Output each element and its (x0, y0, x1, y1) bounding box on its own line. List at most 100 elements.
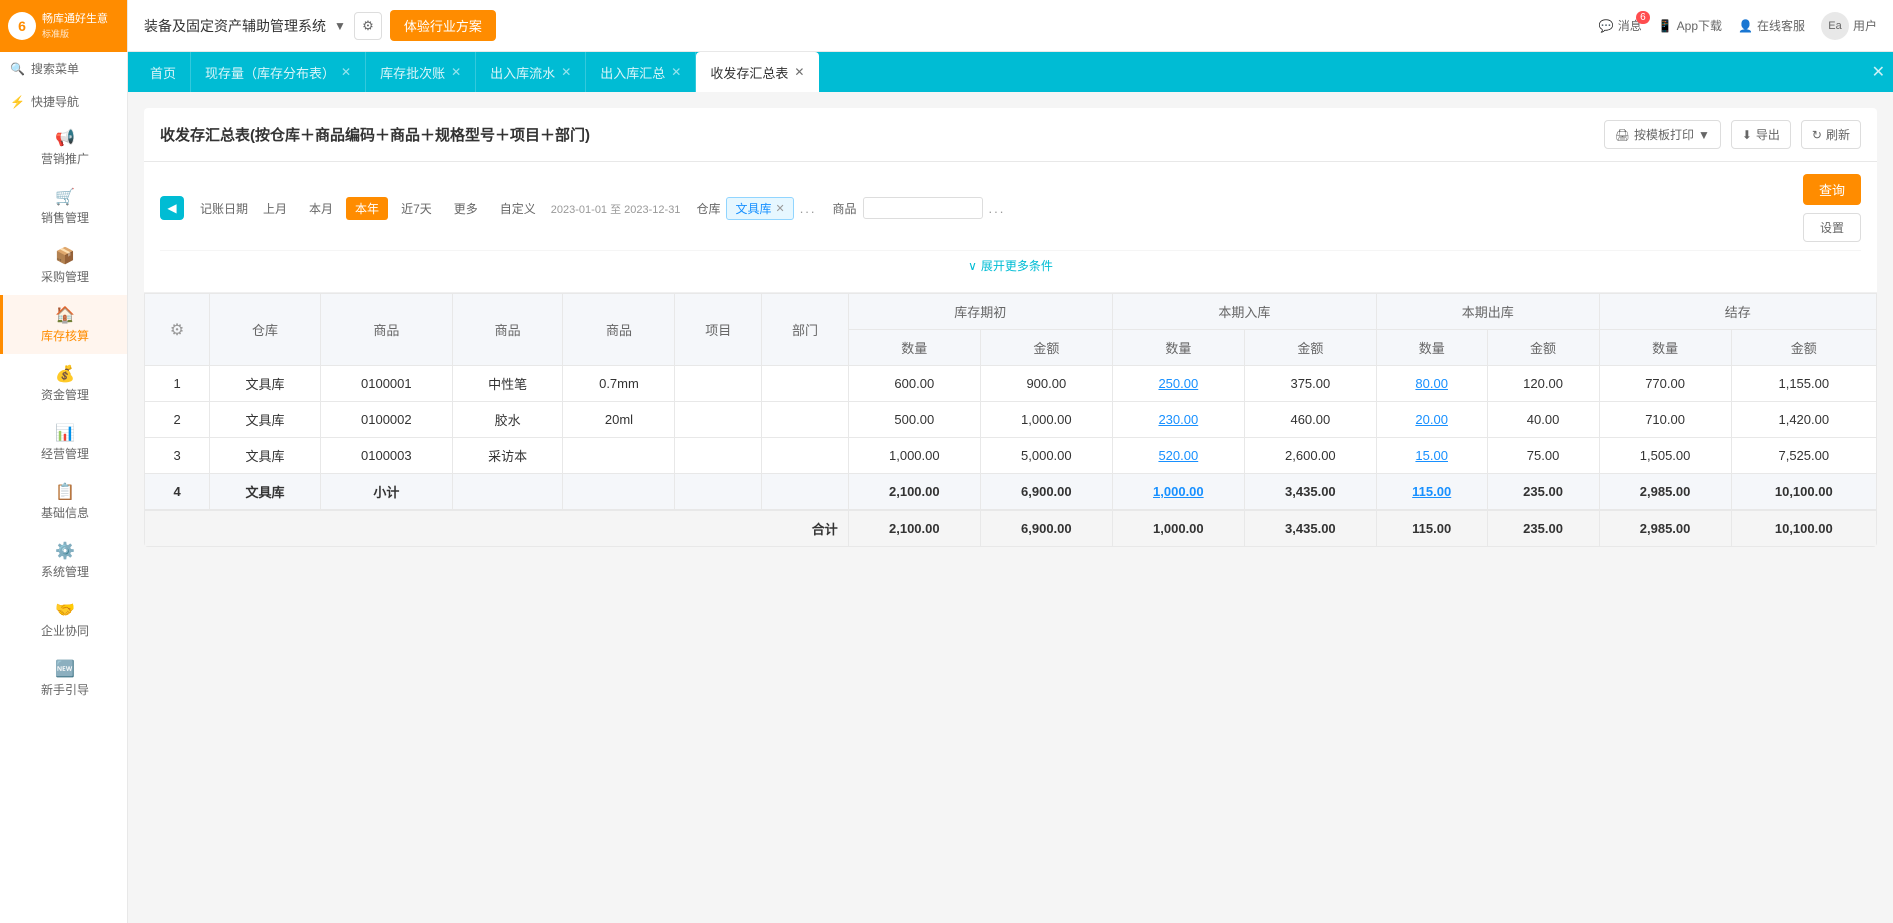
tab-batch-close[interactable]: ✕ (451, 65, 461, 79)
total-closing-amt: 10,100.00 (1731, 510, 1876, 547)
date-btn-this-month[interactable]: 本月 (300, 197, 342, 220)
date-btn-custom[interactable]: 自定义 (491, 197, 545, 220)
th-goods-code: 商品 (320, 294, 452, 366)
subtotal-row: 4 文具库 小计 2,100.00 6,900.00 1,000.00 3,43… (145, 474, 1877, 511)
cell-closing-qty: 710.00 (1599, 402, 1731, 438)
warehouse-tag[interactable]: 文具库 ✕ (726, 197, 793, 220)
warehouse-tag-close-button[interactable]: ✕ (775, 202, 784, 215)
total-in-amt: 3,435.00 (1244, 510, 1376, 547)
cell-in-qty[interactable]: 230.00 (1112, 402, 1244, 438)
filter-settings-button[interactable]: 设置 (1803, 213, 1861, 242)
page-title-actions: 🖨 按模板打印 ▼ ⬇ 导出 ↻ 刷新 (1604, 120, 1861, 149)
total-opening-amt: 6,900.00 (980, 510, 1112, 547)
sidebar-item-system[interactable]: ⚙️ 系统管理 (0, 531, 127, 590)
tab-stock-dist-close[interactable]: ✕ (341, 65, 351, 79)
app-download-item[interactable]: 📱 App下载 (1658, 17, 1722, 34)
sidebar-item-inventory[interactable]: 🏠 库存核算 (0, 295, 127, 354)
print-dropdown-icon: ▼ (1698, 128, 1710, 142)
print-label: 按模板打印 (1634, 126, 1694, 143)
refresh-button[interactable]: ↻ 刷新 (1801, 120, 1861, 149)
quick-nav-item[interactable]: ⚡ 快捷导航 (0, 85, 127, 118)
in-qty-link[interactable]: 230.00 (1158, 412, 1198, 427)
cell-project (675, 402, 762, 438)
sidebar-item-sales[interactable]: 🛒 销售管理 (0, 177, 127, 236)
subtotal-out-qty-link[interactable]: 115.00 (1412, 484, 1451, 499)
cell-in-qty[interactable]: 520.00 (1112, 438, 1244, 474)
topbar: 装备及固定资产辅助管理系统 ▼ ⚙ 体验行业方案 💬 消息 6 📱 App下载 … (128, 0, 1893, 52)
sidebar-item-enterprise[interactable]: 🤝 企业协同 (0, 590, 127, 649)
warehouse-tag-text: 文具库 (735, 200, 771, 217)
subtotal-opening-qty: 2,100.00 (848, 474, 980, 511)
filter-area: ◀ 记账日期 上月 本月 本年 近7天 更多 自定义 2023-01-01 至 … (144, 162, 1877, 293)
sidebar-item-business[interactable]: 📊 经营管理 (0, 413, 127, 472)
cell-in-qty[interactable]: 250.00 (1112, 366, 1244, 402)
date-btn-this-year[interactable]: 本年 (346, 197, 388, 220)
subtotal-in-qty-link[interactable]: 1,000.00 (1153, 484, 1204, 499)
tab-recv-send[interactable]: 收发存汇总表 ✕ (696, 52, 819, 92)
out-qty-link[interactable]: 15.00 (1415, 448, 1448, 463)
sidebar-item-marketing[interactable]: 📢 营销推广 (0, 118, 127, 177)
sidebar-logo: 6 畅库通好生意 标准版 (0, 0, 127, 52)
date-range-display: 2023-01-01 至 2023-12-31 (551, 201, 681, 217)
settings-gear-button[interactable]: ⚙ (354, 12, 382, 40)
expand-conditions-button[interactable]: ∨ 展开更多条件 (160, 250, 1861, 280)
column-settings-icon[interactable]: ⚙ (170, 322, 184, 339)
export-button[interactable]: ⬇ 导出 (1731, 120, 1791, 149)
system-dropdown[interactable]: ▼ (334, 19, 346, 33)
avatar: Ea (1821, 12, 1849, 40)
service-icon: 👤 (1738, 19, 1753, 33)
out-qty-link[interactable]: 20.00 (1415, 412, 1448, 427)
business-icon: 📊 (55, 423, 75, 443)
in-qty-link[interactable]: 520.00 (1158, 448, 1198, 463)
print-button[interactable]: 🖨 按模板打印 ▼ (1604, 120, 1721, 149)
cell-opening-qty: 1,000.00 (848, 438, 980, 474)
export-icon: ⬇ (1742, 128, 1752, 142)
tab-inout-flow[interactable]: 出入库流水 ✕ (476, 52, 586, 92)
cell-out-qty[interactable]: 20.00 (1376, 402, 1487, 438)
goods-input[interactable] (863, 197, 983, 219)
trial-button[interactable]: 体验行业方案 (390, 10, 496, 41)
sidebar-item-purchase[interactable]: 📦 采购管理 (0, 236, 127, 295)
message-item[interactable]: 💬 消息 6 (1599, 17, 1642, 34)
in-qty-link[interactable]: 250.00 (1158, 376, 1198, 391)
tab-stock-dist[interactable]: 现存量（库存分布表） ✕ (191, 52, 366, 92)
cell-out-qty[interactable]: 80.00 (1376, 366, 1487, 402)
cell-opening-qty: 600.00 (848, 366, 980, 402)
tab-inout-summary-close[interactable]: ✕ (671, 65, 681, 79)
cell-opening-amt: 1,000.00 (980, 402, 1112, 438)
tab-inout-flow-close[interactable]: ✕ (561, 65, 571, 79)
search-icon: 🔍 (10, 62, 25, 76)
subtotal-in-qty: 1,000.00 (1112, 474, 1244, 511)
date-btn-more[interactable]: 更多 (445, 197, 487, 220)
tab-recv-send-label: 收发存汇总表 (710, 63, 788, 82)
search-menu-item[interactable]: 🔍 搜索菜单 (0, 52, 127, 85)
user-item[interactable]: Ea 用户 (1821, 12, 1877, 40)
close-all-tabs-button[interactable]: ✕ (1872, 62, 1885, 82)
out-qty-link[interactable]: 80.00 (1415, 376, 1448, 391)
total-closing-qty: 2,985.00 (1599, 510, 1731, 547)
query-button[interactable]: 查询 (1803, 174, 1861, 205)
filter-toggle-button[interactable]: ◀ (160, 196, 184, 220)
online-service-item[interactable]: 👤 在线客服 (1738, 17, 1805, 34)
sidebar-item-guide[interactable]: 🆕 新手引导 (0, 649, 127, 708)
sidebar-item-finance[interactable]: 💰 资金管理 (0, 354, 127, 413)
total-out-amt: 235.00 (1487, 510, 1599, 547)
warehouse-more-button[interactable]: ... (800, 201, 817, 216)
warehouse-filter-label: 仓库 (696, 200, 720, 217)
th-group-closing: 结存 (1599, 294, 1876, 330)
tab-recv-send-close[interactable]: ✕ (794, 65, 804, 79)
sidebar-item-basic[interactable]: 📋 基础信息 (0, 472, 127, 531)
date-btn-7days[interactable]: 近7天 (392, 197, 441, 220)
date-btn-last-month[interactable]: 上月 (254, 197, 296, 220)
th-settings[interactable]: ⚙ (145, 294, 210, 366)
cell-out-qty[interactable]: 15.00 (1376, 438, 1487, 474)
cell-project (675, 438, 762, 474)
goods-more-button[interactable]: ... (989, 201, 1006, 216)
refresh-icon: ↻ (1812, 128, 1822, 142)
tab-inout-summary[interactable]: 出入库汇总 ✕ (586, 52, 696, 92)
tab-home[interactable]: 首页 (136, 52, 191, 92)
topbar-right: 💬 消息 6 📱 App下载 👤 在线客服 Ea 用户 (1599, 12, 1877, 40)
tab-batch[interactable]: 库存批次账 ✕ (366, 52, 476, 92)
enterprise-icon: 🤝 (55, 600, 75, 620)
guide-icon: 🆕 (55, 659, 75, 679)
